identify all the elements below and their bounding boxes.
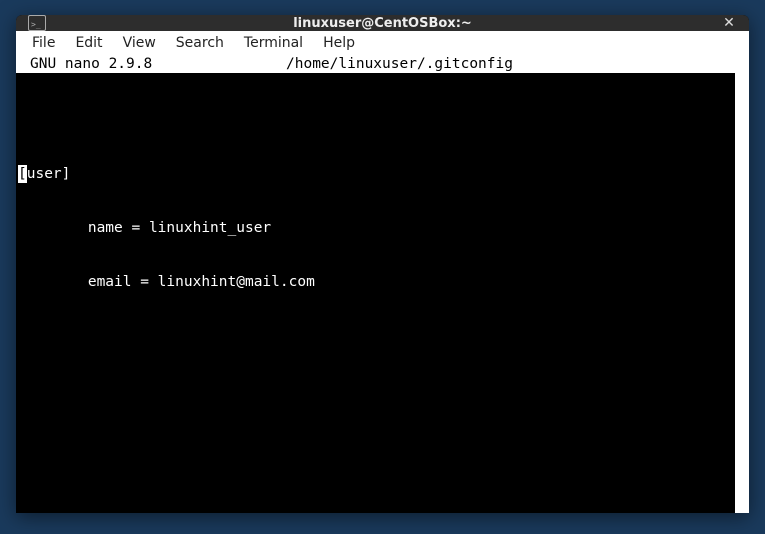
menu-search[interactable]: Search [166, 31, 234, 55]
menu-edit[interactable]: Edit [65, 31, 112, 55]
nano-header: GNU nano 2.9.8 /home/linuxuser/.gitconfi… [16, 55, 735, 73]
menu-help[interactable]: Help [313, 31, 365, 55]
line1-text: user] [27, 166, 71, 182]
editor-line-3: email = linuxhint@mail.com [16, 273, 749, 291]
editor-line-1: [user] [16, 165, 749, 183]
terminal-icon [28, 15, 46, 31]
menu-terminal[interactable]: Terminal [234, 31, 313, 55]
menu-view[interactable]: View [113, 31, 166, 55]
editor-line-2: name = linuxhint_user [16, 219, 749, 237]
nano-file-path: /home/linuxuser/.gitconfig [286, 55, 513, 73]
editor-empty-area [16, 327, 749, 513]
terminal-area[interactable]: GNU nano 2.9.8 /home/linuxuser/.gitconfi… [16, 55, 749, 513]
terminal-window: linuxuser@CentOSBox:~ ✕ File Edit View S… [16, 15, 749, 513]
close-icon[interactable]: ✕ [719, 15, 739, 31]
menubar: File Edit View Search Terminal Help [16, 31, 749, 55]
blank-line [16, 111, 749, 129]
menu-file[interactable]: File [22, 31, 65, 55]
cursor: [ [18, 165, 27, 183]
window-title: linuxuser@CentOSBox:~ [293, 16, 472, 31]
scrollbar[interactable] [735, 55, 749, 513]
editor-body[interactable]: [user] name = linuxhint_user email = lin… [16, 73, 749, 513]
titlebar: linuxuser@CentOSBox:~ ✕ [16, 15, 749, 31]
nano-version: GNU nano 2.9.8 [20, 55, 152, 73]
